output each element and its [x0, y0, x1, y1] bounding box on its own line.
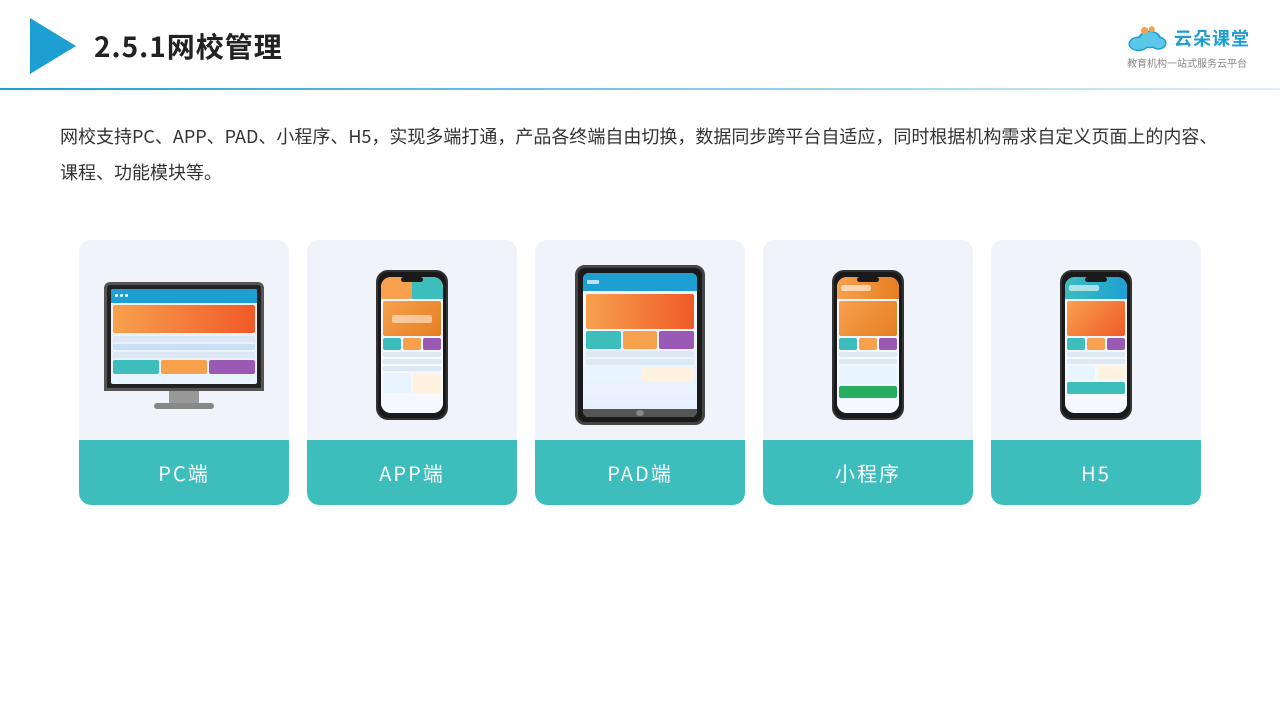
header-left: 2.5.1网校管理 — [30, 18, 283, 74]
phone-h5-screen — [1065, 277, 1127, 413]
phone-miniprogram-notch — [857, 277, 879, 282]
card-h5-label: H5 — [991, 440, 1201, 505]
header-right: 云朵课堂 教育机构一站式服务云平台 — [1124, 23, 1250, 70]
tablet-content — [583, 291, 697, 409]
brand-slogan: 教育机构一站式服务云平台 — [1127, 55, 1247, 70]
brand-name: 云朵课堂 — [1174, 25, 1250, 51]
phone-h5-notch — [1085, 277, 1107, 282]
monitor-screen — [111, 289, 257, 384]
card-miniprogram: 小程序 — [763, 240, 973, 505]
play-icon — [30, 18, 76, 74]
phone-h5 — [1060, 270, 1132, 420]
page-title: 2.5.1网校管理 — [94, 26, 283, 66]
phone-app — [376, 270, 448, 420]
card-app-label: APP端 — [307, 440, 517, 505]
tablet-pad — [575, 265, 705, 425]
card-h5: H5 — [991, 240, 1201, 505]
phone-miniprogram-screen — [837, 277, 899, 413]
tablet-topbar — [583, 273, 697, 291]
card-h5-image — [991, 240, 1201, 440]
phone-screen — [381, 277, 443, 413]
cards-section: PC端 — [0, 200, 1280, 505]
card-app-image — [307, 240, 517, 440]
monitor-screen-wrapper — [104, 282, 264, 391]
brand-logo: 云朵课堂 — [1124, 23, 1250, 53]
card-pad: PAD端 — [535, 240, 745, 505]
card-miniprogram-label: 小程序 — [763, 440, 973, 505]
tablet-screen — [583, 273, 697, 417]
header: 2.5.1网校管理 云朵课堂 教育机构一站式服务云平台 — [0, 0, 1280, 74]
card-app: APP端 — [307, 240, 517, 505]
card-pc-image — [79, 240, 289, 440]
pc-monitor — [99, 282, 269, 409]
card-pad-label: PAD端 — [535, 440, 745, 505]
description-text: 网校支持PC、APP、PAD、小程序、H5，实现多端打通，产品各终端自由切换，数… — [0, 90, 1280, 190]
card-pc-label: PC端 — [79, 440, 289, 505]
phone-notch — [401, 277, 423, 282]
card-pc: PC端 — [79, 240, 289, 505]
card-miniprogram-image — [763, 240, 973, 440]
cloud-icon — [1124, 23, 1168, 53]
description-paragraph: 网校支持PC、APP、PAD、小程序、H5，实现多端打通，产品各终端自由切换，数… — [60, 118, 1220, 190]
card-pad-image — [535, 240, 745, 440]
phone-miniprogram — [832, 270, 904, 420]
